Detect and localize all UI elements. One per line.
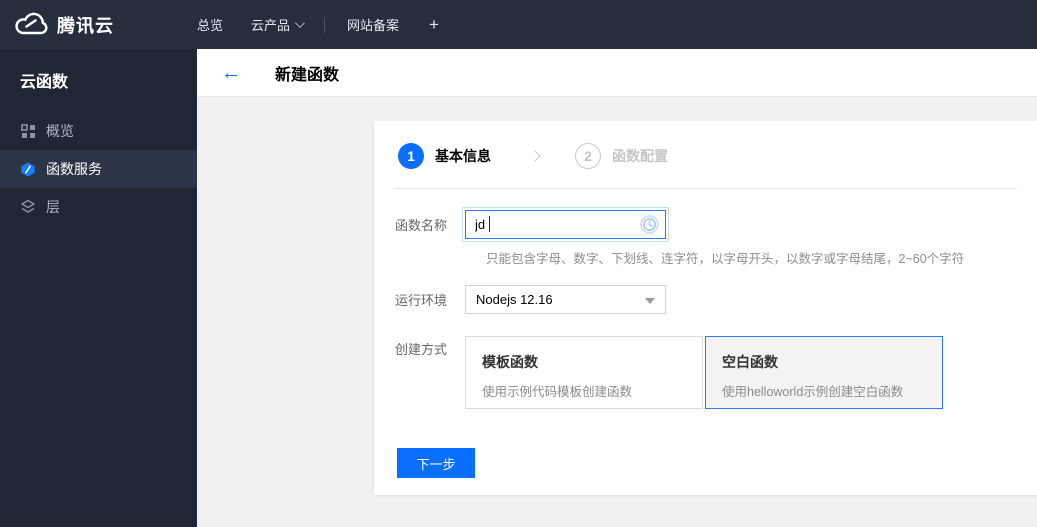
nav-products-label: 云产品: [251, 18, 291, 33]
brand-name: 腾讯云: [57, 15, 114, 36]
caret-down-icon: [645, 298, 655, 304]
wizard-divider: [394, 188, 1017, 189]
option-title: 空白函数: [722, 354, 778, 370]
grid-icon: [20, 123, 36, 139]
sidebar-item-function-service[interactable]: 函数服务: [0, 150, 197, 188]
runtime-select[interactable]: Nodejs 12.16: [465, 285, 666, 314]
option-desc: 使用helloworld示例创建空白函数: [722, 385, 904, 399]
layers-icon: [20, 199, 36, 215]
add-tab-button[interactable]: +: [413, 15, 455, 35]
function-name-input[interactable]: [462, 207, 669, 242]
nav-products[interactable]: 云产品: [237, 0, 316, 49]
nav-overview[interactable]: 总览: [183, 0, 237, 49]
chevron-down-icon: [294, 18, 305, 29]
next-step-button[interactable]: 下一步: [397, 448, 475, 478]
sidebar-item-label: 层: [46, 199, 60, 215]
nav-icp-record[interactable]: 网站备案: [333, 0, 413, 49]
wizard-steps: 1 基本信息 2 函数配置: [374, 121, 1037, 169]
function-name-hint: 只能包含字母、数字、下划线、连字符，以字母开头，以数字或字母结尾，2~60个字符: [486, 252, 965, 266]
step-1-label: 基本信息: [435, 148, 491, 164]
text-cursor: [489, 216, 490, 232]
brand-logo[interactable]: 腾讯云: [0, 12, 183, 38]
sidebar-item-overview[interactable]: 概览: [0, 112, 197, 150]
cloud-logo-icon: [15, 12, 48, 35]
creation-method-label: 创建方式: [395, 342, 448, 357]
clock-icon: [640, 215, 659, 239]
creation-method-options: 模板函数 使用示例代码模板创建函数 空白函数 使用helloworld示例创建空…: [465, 336, 943, 409]
runtime-label: 运行环境: [395, 293, 448, 308]
step-2-circle: 2: [575, 143, 601, 169]
option-template-function[interactable]: 模板函数 使用示例代码模板创建函数: [465, 336, 703, 409]
page-title: 新建函数: [275, 66, 340, 84]
page-background: 1 基本信息 2 函数配置 函数名称 jd 只能包含字母、数字、下划线、连字符，…: [197, 97, 1037, 527]
step-chevron-icon: [529, 150, 541, 162]
function-name-input-wrap: [462, 207, 669, 242]
runtime-selected-value: Nodejs 12.16: [476, 292, 553, 307]
sidebar: 云函数 概览 函数服务 层: [0, 49, 197, 527]
option-desc: 使用示例代码模板创建函数: [482, 385, 633, 399]
topbar: 腾讯云 总览 云产品 网站备案 +: [0, 0, 1037, 49]
basic-info-form: 函数名称 只能包含字母、数字、下划线、连字符，以字母开头，以数字或字母结尾，2~…: [374, 207, 1037, 409]
sidebar-item-layers[interactable]: 层: [0, 188, 197, 226]
option-title: 模板函数: [482, 354, 538, 370]
option-blank-function[interactable]: 空白函数 使用helloworld示例创建空白函数: [705, 336, 943, 409]
create-function-card: 1 基本信息 2 函数配置 函数名称 jd 只能包含字母、数字、下划线、连字符，…: [374, 121, 1037, 495]
nav-divider: [324, 16, 326, 33]
step-2-label: 函数配置: [612, 148, 668, 164]
arrow-left-icon[interactable]: ←: [221, 63, 241, 83]
top-navigation: 总览 云产品 网站备案 +: [183, 0, 455, 49]
sidebar-title: 云函数: [20, 74, 69, 91]
function-name-label: 函数名称: [395, 218, 448, 233]
sidebar-item-label: 函数服务: [46, 161, 102, 177]
step-1-circle: 1: [398, 143, 424, 169]
sidebar-item-label: 概览: [46, 123, 74, 139]
content-header: ← 新建函数: [197, 49, 1037, 97]
function-shield-icon: [20, 161, 36, 177]
